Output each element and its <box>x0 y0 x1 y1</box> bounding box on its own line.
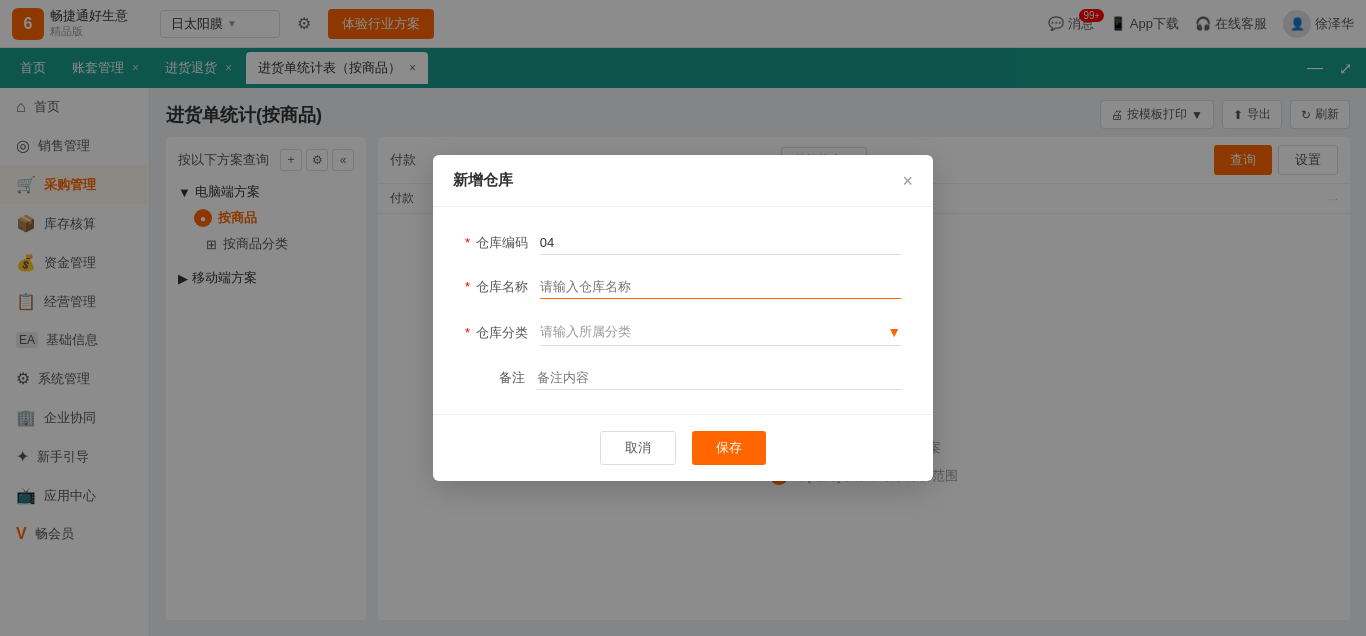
name-label: * 仓库名称 <box>465 278 528 296</box>
name-input[interactable] <box>540 275 901 299</box>
code-input[interactable] <box>540 231 901 255</box>
modal-header: 新增仓库 × <box>433 155 933 207</box>
new-warehouse-modal: 新增仓库 × * 仓库编码 * 仓库名称 <box>433 155 933 481</box>
modal-close-button[interactable]: × <box>902 172 913 190</box>
category-placeholder: 请输入所属分类 <box>540 323 631 341</box>
form-row-code: * 仓库编码 <box>465 231 901 255</box>
modal-overlay[interactable]: 新增仓库 × * 仓库编码 * 仓库名称 <box>0 0 1366 636</box>
form-row-note: 备注 <box>465 366 901 390</box>
modal-title: 新增仓库 <box>453 171 513 190</box>
note-label: 备注 <box>465 369 525 387</box>
category-label: * 仓库分类 <box>465 324 528 342</box>
save-button[interactable]: 保存 <box>692 431 766 465</box>
form-row-name: * 仓库名称 <box>465 275 901 299</box>
category-arrow-icon: ▼ <box>887 324 901 340</box>
note-input[interactable] <box>537 366 901 390</box>
form-row-category: * 仓库分类 请输入所属分类 ▼ <box>465 319 901 346</box>
code-label: * 仓库编码 <box>465 234 528 252</box>
cancel-button[interactable]: 取消 <box>600 431 676 465</box>
category-select[interactable]: 请输入所属分类 ▼ <box>540 319 901 346</box>
modal-body: * 仓库编码 * 仓库名称 * 仓库分类 请输入所属 <box>433 207 933 414</box>
modal-footer: 取消 保存 <box>433 414 933 481</box>
